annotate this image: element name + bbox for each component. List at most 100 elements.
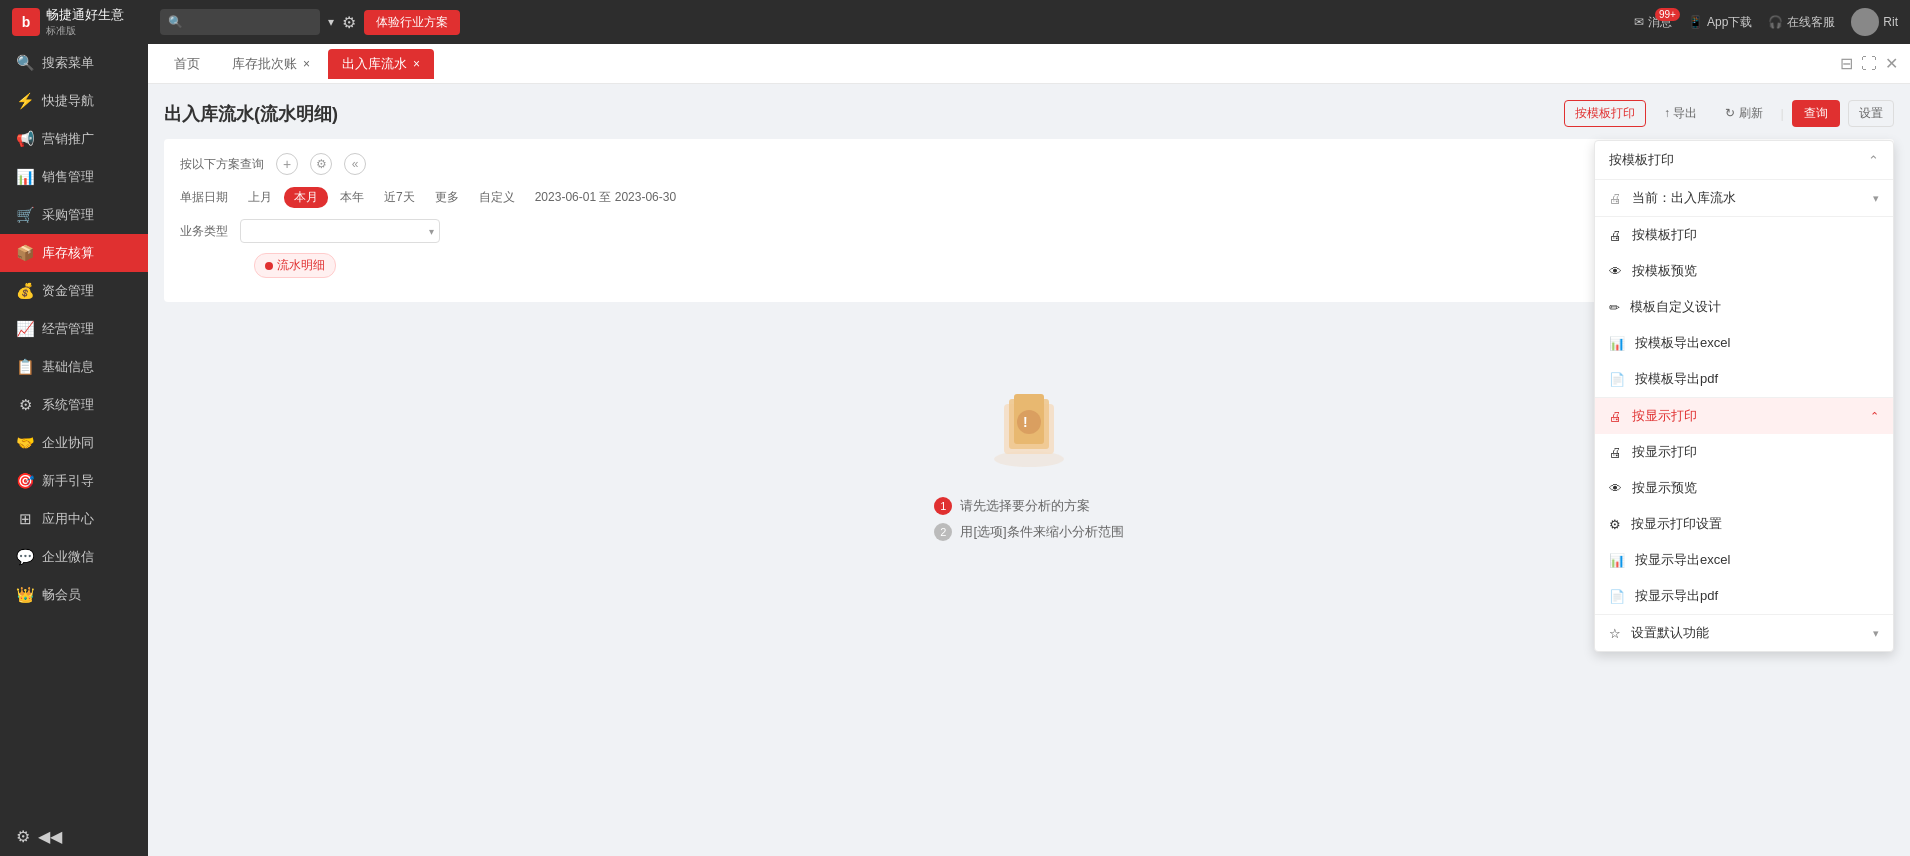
filter-settings-btn[interactable]: ⚙ (310, 153, 332, 175)
business-select[interactable] (240, 219, 440, 243)
topbar-right: ✉ 消息 99+ 📱 App下载 🎧 在线客服 Rit (1634, 8, 1898, 36)
industry-btn[interactable]: 体验行业方案 (364, 10, 460, 35)
print-icon-1: 🖨 (1609, 228, 1622, 243)
dropdown-header: 按模板打印 ⌃ (1595, 141, 1893, 180)
sidebar-item-guide[interactable]: 🎯 新手引导 (0, 462, 148, 500)
settings-bottom-icon[interactable]: ⚙ (16, 827, 30, 846)
tab-batch[interactable]: 库存批次账 × (218, 49, 324, 79)
export-btn[interactable]: ↑ 导出 (1654, 101, 1707, 126)
tab-flow[interactable]: 出入库流水 × (328, 49, 434, 79)
sidebar-item-finance[interactable]: 💰 资金管理 (0, 272, 148, 310)
sidebar-item-member[interactable]: 👑 畅会员 (0, 576, 148, 614)
refresh-btn[interactable]: ↻ 刷新 (1715, 101, 1772, 126)
sidebar-item-wechat[interactable]: 💬 企业微信 (0, 538, 148, 576)
excel-icon-2: 📊 (1609, 553, 1625, 568)
sidebar-label-quicknav: 快捷导航 (42, 92, 94, 110)
step1-text: 请先选择要分析的方案 (960, 497, 1090, 515)
filter-add-btn[interactable]: + (276, 153, 298, 175)
dropdown-template-excel[interactable]: 📊 按模板导出excel (1595, 325, 1893, 361)
sidebar-label-operation: 经营管理 (42, 320, 94, 338)
logo-area: b 畅捷通好生意 标准版 (12, 6, 152, 38)
filter-label: 按以下方案查询 (180, 156, 264, 173)
template-print-label: 按模板打印 (1632, 226, 1697, 244)
sidebar-item-basic[interactable]: 📋 基础信息 (0, 348, 148, 386)
app-download-label: App下载 (1707, 14, 1752, 31)
sidebar-item-inventory[interactable]: 📦 库存核算 (0, 234, 148, 272)
set-default-label: 设置默认功能 (1631, 624, 1709, 642)
dropdown-display-excel[interactable]: 📊 按显示导出excel (1595, 542, 1893, 578)
print-template-btn[interactable]: 按模板打印 (1564, 100, 1646, 127)
empty-step-1: 1 请先选择要分析的方案 (934, 497, 1123, 515)
query-btn[interactable]: 查询 (1792, 100, 1840, 127)
tab-expand-icon[interactable]: ⛶ (1861, 55, 1877, 73)
tab-batch-close[interactable]: × (303, 57, 310, 71)
tab-flow-close[interactable]: × (413, 57, 420, 71)
online-service-item[interactable]: 🎧 在线客服 (1768, 14, 1835, 31)
sidebar-item-purchase[interactable]: 🛒 采购管理 (0, 196, 148, 234)
date-tab-this-year[interactable]: 本年 (332, 187, 372, 208)
clipboard-icon: 📋 (16, 358, 34, 376)
sidebar-label-purchase: 采购管理 (42, 206, 94, 224)
date-tab-more[interactable]: 更多 (427, 187, 467, 208)
sidebar-item-sales[interactable]: 📊 销售管理 (0, 158, 148, 196)
sidebar-item-appcenter[interactable]: ⊞ 应用中心 (0, 500, 148, 538)
dropdown-current[interactable]: 🖨 当前：出入库流水 ▾ (1595, 180, 1893, 216)
tab-flow-label: 出入库流水 (342, 55, 407, 73)
dropdown-display-preview[interactable]: 👁 按显示预览 (1595, 470, 1893, 506)
app-name: 畅捷通好生意 (46, 6, 124, 24)
topbar-dropdown-arrow[interactable]: ▾ (328, 15, 334, 29)
sidebar: 🔍 搜索菜单 ⚡ 快捷导航 📢 营销推广 📊 销售管理 🛒 采购管理 📦 库存核… (0, 44, 148, 856)
tab-home[interactable]: 首页 (160, 49, 214, 79)
topbar-search-box[interactable]: 🔍 (160, 9, 320, 35)
headset-icon: 🎧 (1768, 15, 1783, 29)
dropdown-display-print-header[interactable]: 🖨 按显示打印 ⌃ (1595, 398, 1893, 434)
date-tab-this-month[interactable]: 本月 (284, 187, 328, 208)
sidebar-item-search[interactable]: 🔍 搜索菜单 (0, 44, 148, 82)
flow-tag-text: 流水明细 (277, 257, 325, 274)
dropdown-template-preview[interactable]: 👁 按模板预览 (1595, 253, 1893, 289)
business-select-wrap[interactable] (240, 219, 440, 243)
handshake-icon: 🤝 (16, 434, 34, 452)
sidebar-item-system[interactable]: ⚙ 系统管理 (0, 386, 148, 424)
dropdown-chevron-up[interactable]: ⌃ (1868, 153, 1879, 168)
app-download-item[interactable]: 📱 App下载 (1688, 14, 1752, 31)
date-tabs: 上月 本月 本年 近7天 更多 自定义 2023-06-01 至 2023-06… (240, 187, 676, 208)
tab-close-all-icon[interactable]: ✕ (1885, 54, 1898, 73)
dropdown-template-custom[interactable]: ✏ 模板自定义设计 (1595, 289, 1893, 325)
date-tab-last-month[interactable]: 上月 (240, 187, 280, 208)
date-tab-last7[interactable]: 近7天 (376, 187, 423, 208)
business-label: 业务类型 (180, 223, 228, 240)
search-text: 🔍 (168, 15, 183, 29)
main-layout: 🔍 搜索菜单 ⚡ 快捷导航 📢 营销推广 📊 销售管理 🛒 采购管理 📦 库存核… (0, 44, 1910, 856)
dropdown-template-print[interactable]: 🖨 按模板打印 (1595, 217, 1893, 253)
dropdown-display-pdf[interactable]: 📄 按显示导出pdf (1595, 578, 1893, 614)
settings-btn[interactable]: 设置 (1848, 100, 1894, 127)
sidebar-label-appcenter: 应用中心 (42, 510, 94, 528)
dropdown-template-pdf[interactable]: 📄 按模板导出pdf (1595, 361, 1893, 397)
sidebar-label-finance: 资金管理 (42, 282, 94, 300)
message-item[interactable]: ✉ 消息 99+ (1634, 14, 1672, 31)
filter-collapse-btn[interactable]: « (344, 153, 366, 175)
display-excel-label: 按显示导出excel (1635, 551, 1730, 569)
flow-tag[interactable]: 流水明细 (254, 253, 336, 278)
dropdown-display-print[interactable]: 🖨 按显示打印 (1595, 434, 1893, 470)
user-item[interactable]: Rit (1851, 8, 1898, 36)
sidebar-item-marketing[interactable]: 📢 营销推广 (0, 120, 148, 158)
dropdown-set-default[interactable]: ☆ 设置默认功能 ▾ (1595, 615, 1893, 651)
sidebar-item-quicknav[interactable]: ⚡ 快捷导航 (0, 82, 148, 120)
empty-steps: 1 请先选择要分析的方案 2 用[选项]条件来缩小分析范围 (934, 497, 1123, 549)
sidebar-item-enterprise[interactable]: 🤝 企业协同 (0, 424, 148, 462)
dropdown-display-settings[interactable]: ⚙ 按显示打印设置 (1595, 506, 1893, 542)
tab-minimize-icon[interactable]: ⊟ (1840, 54, 1853, 73)
template-custom-label: 模板自定义设计 (1630, 298, 1721, 316)
date-tab-custom[interactable]: 自定义 (471, 187, 523, 208)
sidebar-item-operation[interactable]: 📈 经营管理 (0, 310, 148, 348)
settings-icon-display: ⚙ (1609, 517, 1621, 532)
step2-num: 2 (934, 523, 952, 541)
sidebar-label-marketing: 营销推广 (42, 130, 94, 148)
target-icon: 🎯 (16, 472, 34, 490)
display-print-label: 按显示打印 (1632, 443, 1697, 461)
topbar-gear-icon[interactable]: ⚙ (342, 13, 356, 32)
tab-home-label: 首页 (174, 55, 200, 73)
collapse-sidebar-icon[interactable]: ◀◀ (38, 827, 62, 846)
